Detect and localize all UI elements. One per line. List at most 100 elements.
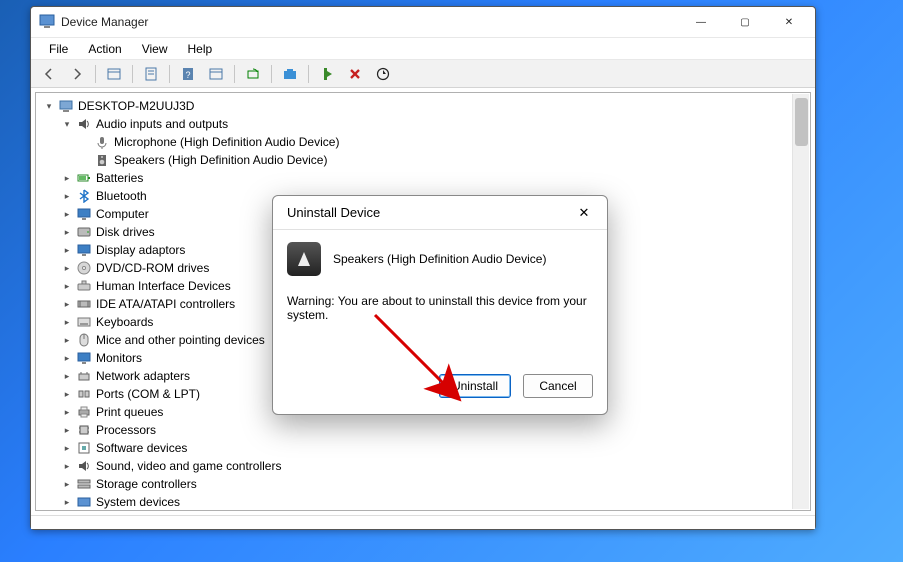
properties-button[interactable] <box>139 63 163 85</box>
tree-category-audio[interactable]: ▾Audio inputs and outputs <box>36 115 810 133</box>
category-icon <box>76 242 92 258</box>
show-hidden-button[interactable] <box>102 63 126 85</box>
tree-category[interactable]: ▸ Software devices <box>36 439 810 457</box>
tree-label: DESKTOP-M2UUJ3D <box>78 99 194 113</box>
category-icon <box>76 296 92 312</box>
window-title: Device Manager <box>61 15 148 29</box>
dialog-title: Uninstall Device <box>287 205 380 220</box>
forward-button[interactable] <box>65 63 89 85</box>
expander-icon[interactable]: ▸ <box>60 333 74 347</box>
scrollbar[interactable] <box>792 94 809 509</box>
tree-device-speakers[interactable]: Speakers (High Definition Audio Device) <box>36 151 810 169</box>
expander-icon[interactable] <box>78 135 92 149</box>
dialog-titlebar: Uninstall Device ✕ <box>273 196 607 230</box>
category-icon <box>76 404 92 420</box>
expander-icon[interactable]: ▸ <box>60 405 74 419</box>
cancel-button[interactable]: Cancel <box>523 374 593 398</box>
dialog-close-button[interactable]: ✕ <box>569 200 599 226</box>
scrollbar-thumb[interactable] <box>795 98 808 146</box>
category-icon <box>76 116 92 132</box>
uninstall-dialog: Uninstall Device ✕ Speakers (High Defini… <box>272 195 608 415</box>
menu-action[interactable]: Action <box>78 40 131 58</box>
update-driver-button[interactable] <box>278 63 302 85</box>
menu-help[interactable]: Help <box>178 40 223 58</box>
minimize-button[interactable]: — <box>679 8 723 36</box>
expander-icon[interactable]: ▸ <box>60 225 74 239</box>
enable-device-button[interactable] <box>315 63 339 85</box>
category-icon <box>76 170 92 186</box>
scan-hardware-button[interactable] <box>371 63 395 85</box>
category-icon <box>76 386 92 402</box>
menubar: File Action View Help <box>31 37 815 60</box>
category-icon <box>76 206 92 222</box>
expander-icon[interactable]: ▾ <box>60 117 74 131</box>
tree-label: Keyboards <box>96 315 153 329</box>
tree-label: Human Interface Devices <box>96 279 231 293</box>
tree-category[interactable]: ▸ Processors <box>36 421 810 439</box>
category-icon <box>76 368 92 384</box>
expander-icon[interactable]: ▸ <box>60 441 74 455</box>
toolbar: ? <box>31 60 815 88</box>
titlebar: Device Manager — ▢ ✕ <box>31 7 815 37</box>
scan-button[interactable] <box>241 63 265 85</box>
tree-category[interactable]: ▸ System devices <box>36 493 810 511</box>
tree-root[interactable]: ▾ DESKTOP-M2UUJ3D <box>36 97 810 115</box>
dialog-warning-text: Warning: You are about to uninstall this… <box>287 294 593 322</box>
expander-icon[interactable]: ▸ <box>60 279 74 293</box>
device-manager-icon <box>39 14 55 30</box>
expander-icon[interactable]: ▸ <box>60 387 74 401</box>
tree-category[interactable]: ▸Batteries <box>36 169 810 187</box>
dialog-device-row: Speakers (High Definition Audio Device) <box>287 242 593 276</box>
menu-file[interactable]: File <box>39 40 78 58</box>
tree-label: Ports (COM & LPT) <box>96 387 200 401</box>
action-button[interactable] <box>204 63 228 85</box>
tree-label: Software devices <box>96 441 187 455</box>
expander-icon[interactable]: ▸ <box>60 207 74 221</box>
tree-label: Disk drives <box>96 225 155 239</box>
speaker-icon <box>287 242 321 276</box>
tree-label: Print queues <box>96 405 163 419</box>
expander-icon[interactable]: ▸ <box>60 243 74 257</box>
tree-label: Computer <box>96 207 149 221</box>
tree-label: Processors <box>96 423 156 437</box>
tree-category[interactable]: ▸Storage controllers <box>36 475 810 493</box>
close-button[interactable]: ✕ <box>767 8 811 36</box>
statusbar <box>31 515 815 529</box>
expander-icon[interactable]: ▾ <box>42 99 56 113</box>
tree-category[interactable]: ▸ Sound, video and game controllers <box>36 457 810 475</box>
expander-icon[interactable]: ▸ <box>60 315 74 329</box>
expander-icon[interactable] <box>78 153 92 167</box>
window-controls: — ▢ ✕ <box>679 8 811 36</box>
expander-icon[interactable]: ▸ <box>60 369 74 383</box>
dialog-buttons: Uninstall Cancel <box>273 374 607 414</box>
help-button[interactable]: ? <box>176 63 200 85</box>
expander-icon[interactable]: ▸ <box>60 189 74 203</box>
menu-view[interactable]: View <box>132 40 178 58</box>
expander-icon[interactable]: ▸ <box>60 297 74 311</box>
expander-icon[interactable]: ▸ <box>60 495 74 509</box>
tree-label: DVD/CD-ROM drives <box>96 261 209 275</box>
tree-label: System devices <box>96 495 180 509</box>
expander-icon[interactable]: ▸ <box>60 477 74 491</box>
dialog-device-name: Speakers (High Definition Audio Device) <box>333 252 546 266</box>
tree-device-microphone[interactable]: Microphone (High Definition Audio Device… <box>36 133 810 151</box>
uninstall-device-button[interactable] <box>343 63 367 85</box>
category-icon <box>76 332 92 348</box>
tree-label: Sound, video and game controllers <box>96 459 281 473</box>
expander-icon[interactable]: ▸ <box>60 351 74 365</box>
expander-icon[interactable]: ▸ <box>60 423 74 437</box>
maximize-button[interactable]: ▢ <box>723 8 767 36</box>
category-icon <box>76 422 92 438</box>
category-icon <box>76 260 92 276</box>
expander-icon[interactable]: ▸ <box>60 261 74 275</box>
expander-icon[interactable]: ▸ <box>60 171 74 185</box>
category-icon <box>76 278 92 294</box>
tree-label: Mice and other pointing devices <box>96 333 265 347</box>
category-icon <box>76 350 92 366</box>
category-icon <box>76 458 92 474</box>
category-icon <box>76 188 92 204</box>
back-button[interactable] <box>37 63 61 85</box>
uninstall-button[interactable]: Uninstall <box>439 374 511 398</box>
expander-icon[interactable]: ▸ <box>60 459 74 473</box>
tree-label: Display adaptors <box>96 243 185 257</box>
